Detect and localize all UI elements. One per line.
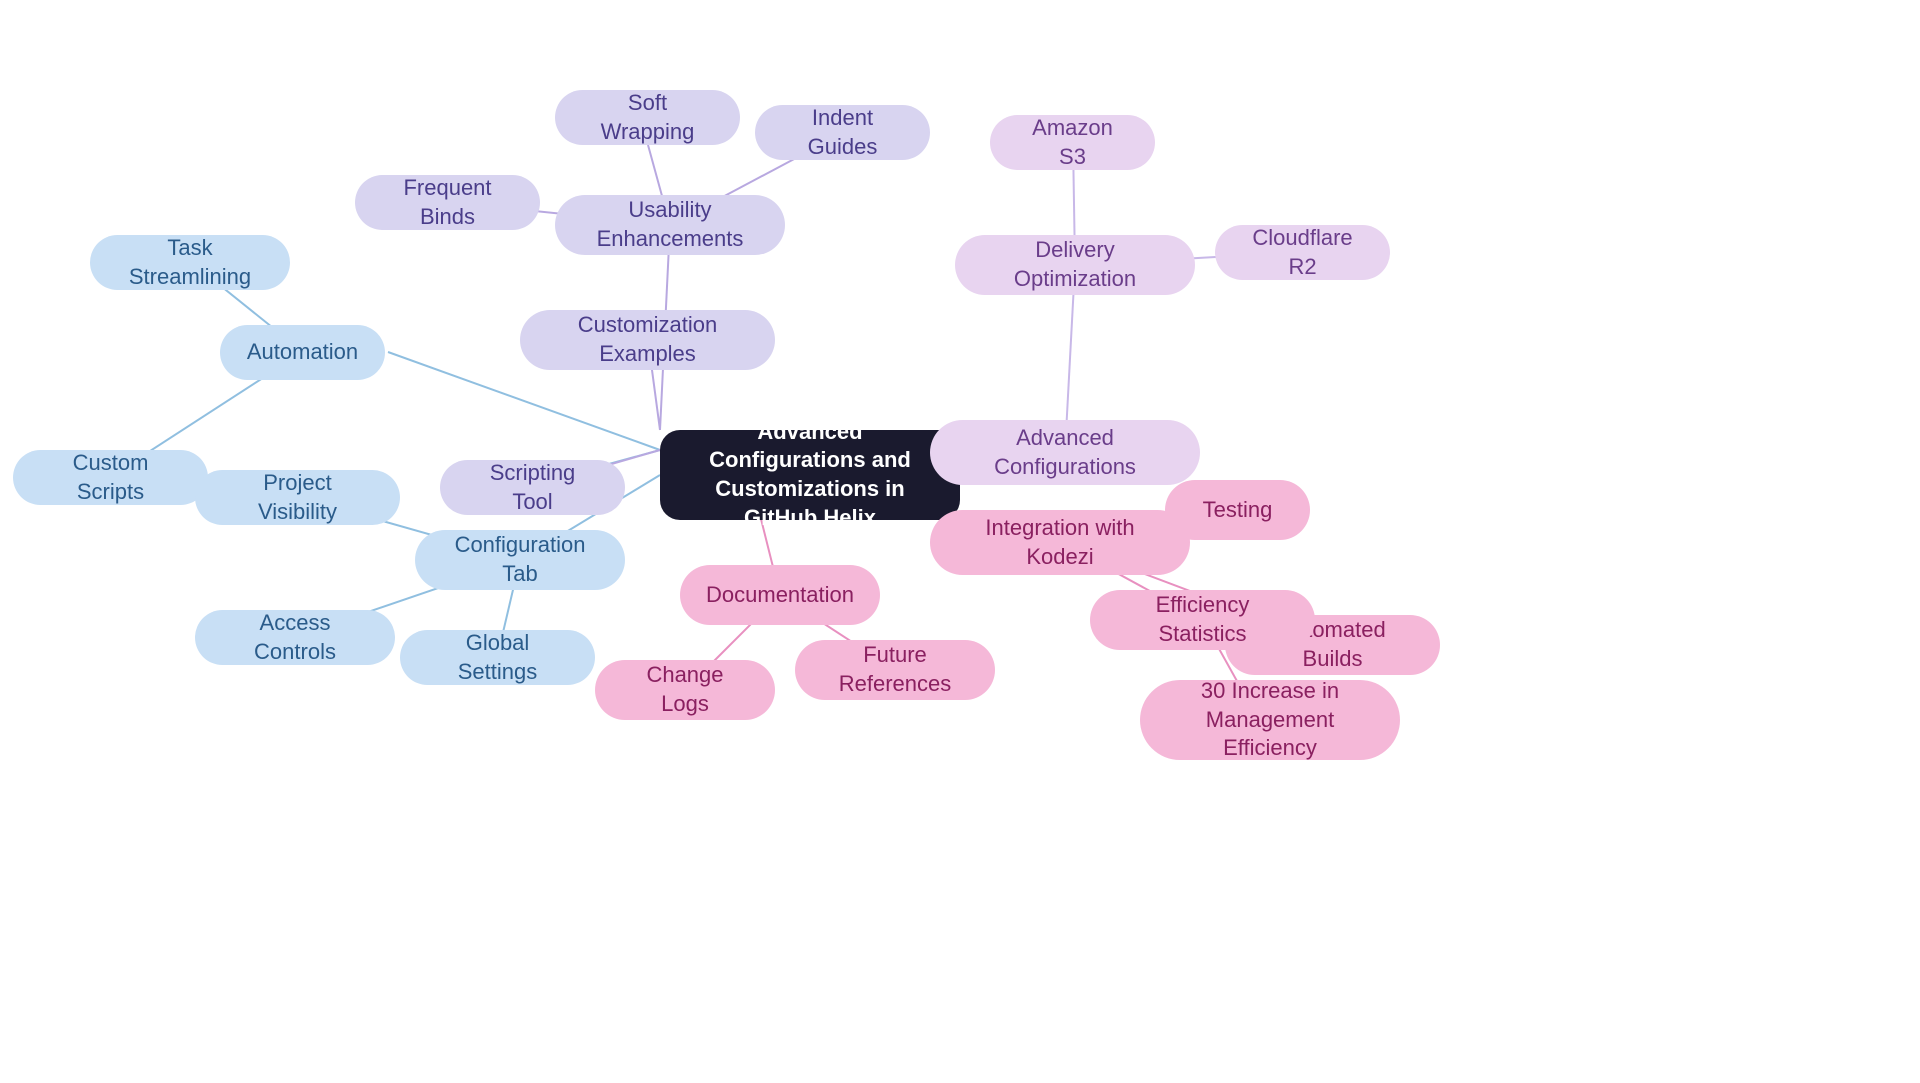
frequent-binds-node[interactable]: Frequent Binds xyxy=(355,175,540,230)
amazon-s3-label: Amazon S3 xyxy=(1018,114,1127,171)
documentation-label: Documentation xyxy=(706,581,854,610)
cloudflare-r2-node[interactable]: Cloudflare R2 xyxy=(1215,225,1390,280)
task-streamlining-label: Task Streamlining xyxy=(118,234,262,291)
delivery-optimization-node[interactable]: Delivery Optimization xyxy=(955,235,1195,295)
scripting-tool-node[interactable]: Scripting Tool xyxy=(440,460,625,515)
indent-guides-label: Indent Guides xyxy=(783,104,902,161)
usability-label: Usability Enhancements xyxy=(583,196,757,253)
future-references-node[interactable]: Future References xyxy=(795,640,995,700)
change-logs-node[interactable]: Change Logs xyxy=(595,660,775,720)
efficiency-statistics-label: Efficiency Statistics xyxy=(1118,591,1287,648)
advanced-configurations-node[interactable]: Advanced Configurations xyxy=(930,420,1200,485)
advanced-configurations-label: Advanced Configurations xyxy=(958,424,1172,481)
usability-enhancements-node[interactable]: Usability Enhancements xyxy=(555,195,785,255)
testing-node[interactable]: Testing xyxy=(1165,480,1310,540)
customization-examples-label: Customization Examples xyxy=(548,311,747,368)
automation-node[interactable]: Automation xyxy=(220,325,385,380)
automation-label: Automation xyxy=(247,338,358,367)
cloudflare-r2-label: Cloudflare R2 xyxy=(1243,224,1362,281)
amazon-s3-node[interactable]: Amazon S3 xyxy=(990,115,1155,170)
center-label: Advanced Configurations and Customizatio… xyxy=(688,418,932,532)
change-logs-label: Change Logs xyxy=(623,661,747,718)
future-references-label: Future References xyxy=(823,641,967,698)
project-visibility-node[interactable]: Project Visibility xyxy=(195,470,400,525)
delivery-optimization-label: Delivery Optimization xyxy=(983,236,1167,293)
efficiency-statistics-node[interactable]: Efficiency Statistics xyxy=(1090,590,1315,650)
frequent-binds-label: Frequent Binds xyxy=(383,174,512,231)
custom-scripts-node[interactable]: Custom Scripts xyxy=(13,450,208,505)
integration-kodezi-node[interactable]: Integration with Kodezi xyxy=(930,510,1190,575)
testing-label: Testing xyxy=(1203,496,1273,525)
scripting-tool-label: Scripting Tool xyxy=(468,459,597,516)
documentation-node[interactable]: Documentation xyxy=(680,565,880,625)
access-controls-node[interactable]: Access Controls xyxy=(195,610,395,665)
global-settings-node[interactable]: Global Settings xyxy=(400,630,595,685)
indent-guides-node[interactable]: Indent Guides xyxy=(755,105,930,160)
integration-kodezi-label: Integration with Kodezi xyxy=(958,514,1162,571)
task-streamlining-node[interactable]: Task Streamlining xyxy=(90,235,290,290)
soft-wrapping-label: Soft Wrapping xyxy=(583,89,712,146)
management-efficiency-label: 30 Increase in Management Efficiency xyxy=(1168,677,1372,763)
custom-scripts-label: Custom Scripts xyxy=(41,449,180,506)
management-efficiency-node[interactable]: 30 Increase in Management Efficiency xyxy=(1140,680,1400,760)
access-controls-label: Access Controls xyxy=(223,609,367,666)
configuration-tab-label: Configuration Tab xyxy=(443,531,597,588)
customization-examples-node[interactable]: Customization Examples xyxy=(520,310,775,370)
soft-wrapping-node[interactable]: Soft Wrapping xyxy=(555,90,740,145)
project-visibility-label: Project Visibility xyxy=(223,469,372,526)
configuration-tab-node[interactable]: Configuration Tab xyxy=(415,530,625,590)
global-settings-label: Global Settings xyxy=(428,629,567,686)
center-node[interactable]: Advanced Configurations and Customizatio… xyxy=(660,430,960,520)
